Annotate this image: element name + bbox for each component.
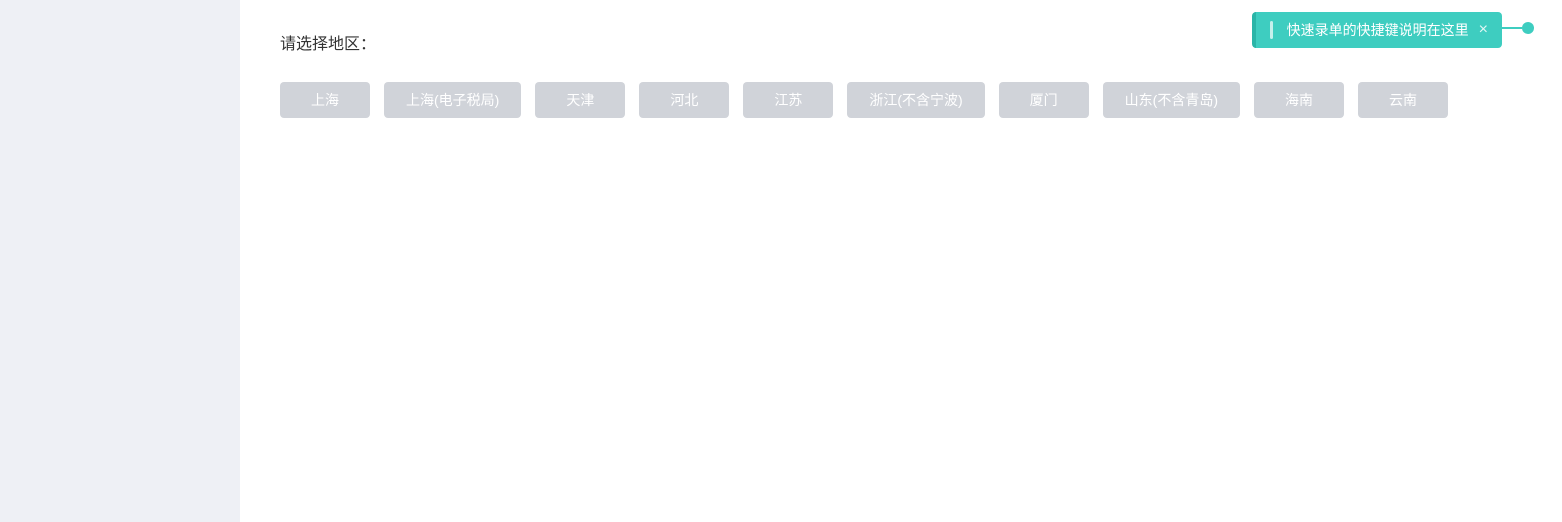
region-btn-6[interactable]: 厦门 — [999, 82, 1089, 118]
region-btn-2[interactable]: 天津 — [535, 82, 625, 118]
region-btn-5[interactable]: 浙江(不含宁波) — [847, 82, 984, 118]
sidebar — [0, 0, 240, 522]
region-btn-8[interactable]: 海南 — [1254, 82, 1344, 118]
tooltip-text: 快速录单的快捷键说明在这里 — [1287, 20, 1469, 40]
region-btn-3[interactable]: 河北 — [639, 82, 729, 118]
region-btn-9[interactable]: 云南 — [1358, 82, 1448, 118]
tooltip-close-button[interactable]: × — [1479, 22, 1488, 38]
region-btn-7[interactable]: 山东(不含青岛) — [1103, 82, 1240, 118]
region-btn-0[interactable]: 上海 — [280, 82, 370, 118]
region-buttons-container: 上海上海(电子税局) 天津河北江苏浙江(不含宁波) 厦门山东(不含青岛) 海南云南 — [280, 82, 1522, 118]
main-content: 请选择地区： 上海上海(电子税局)天津河北江苏浙江(不含宁波)厦门山东(不含青岛… — [240, 0, 1562, 522]
region-btn-1[interactable]: 上海(电子税局) — [384, 82, 521, 118]
connector-line — [1502, 27, 1522, 29]
tooltip-banner: 快速录单的快捷键说明在这里 × — [1252, 12, 1502, 48]
connector-dot — [1522, 22, 1534, 34]
region-btn-4[interactable]: 江苏 — [743, 82, 833, 118]
bar-accent-icon — [1270, 21, 1273, 39]
